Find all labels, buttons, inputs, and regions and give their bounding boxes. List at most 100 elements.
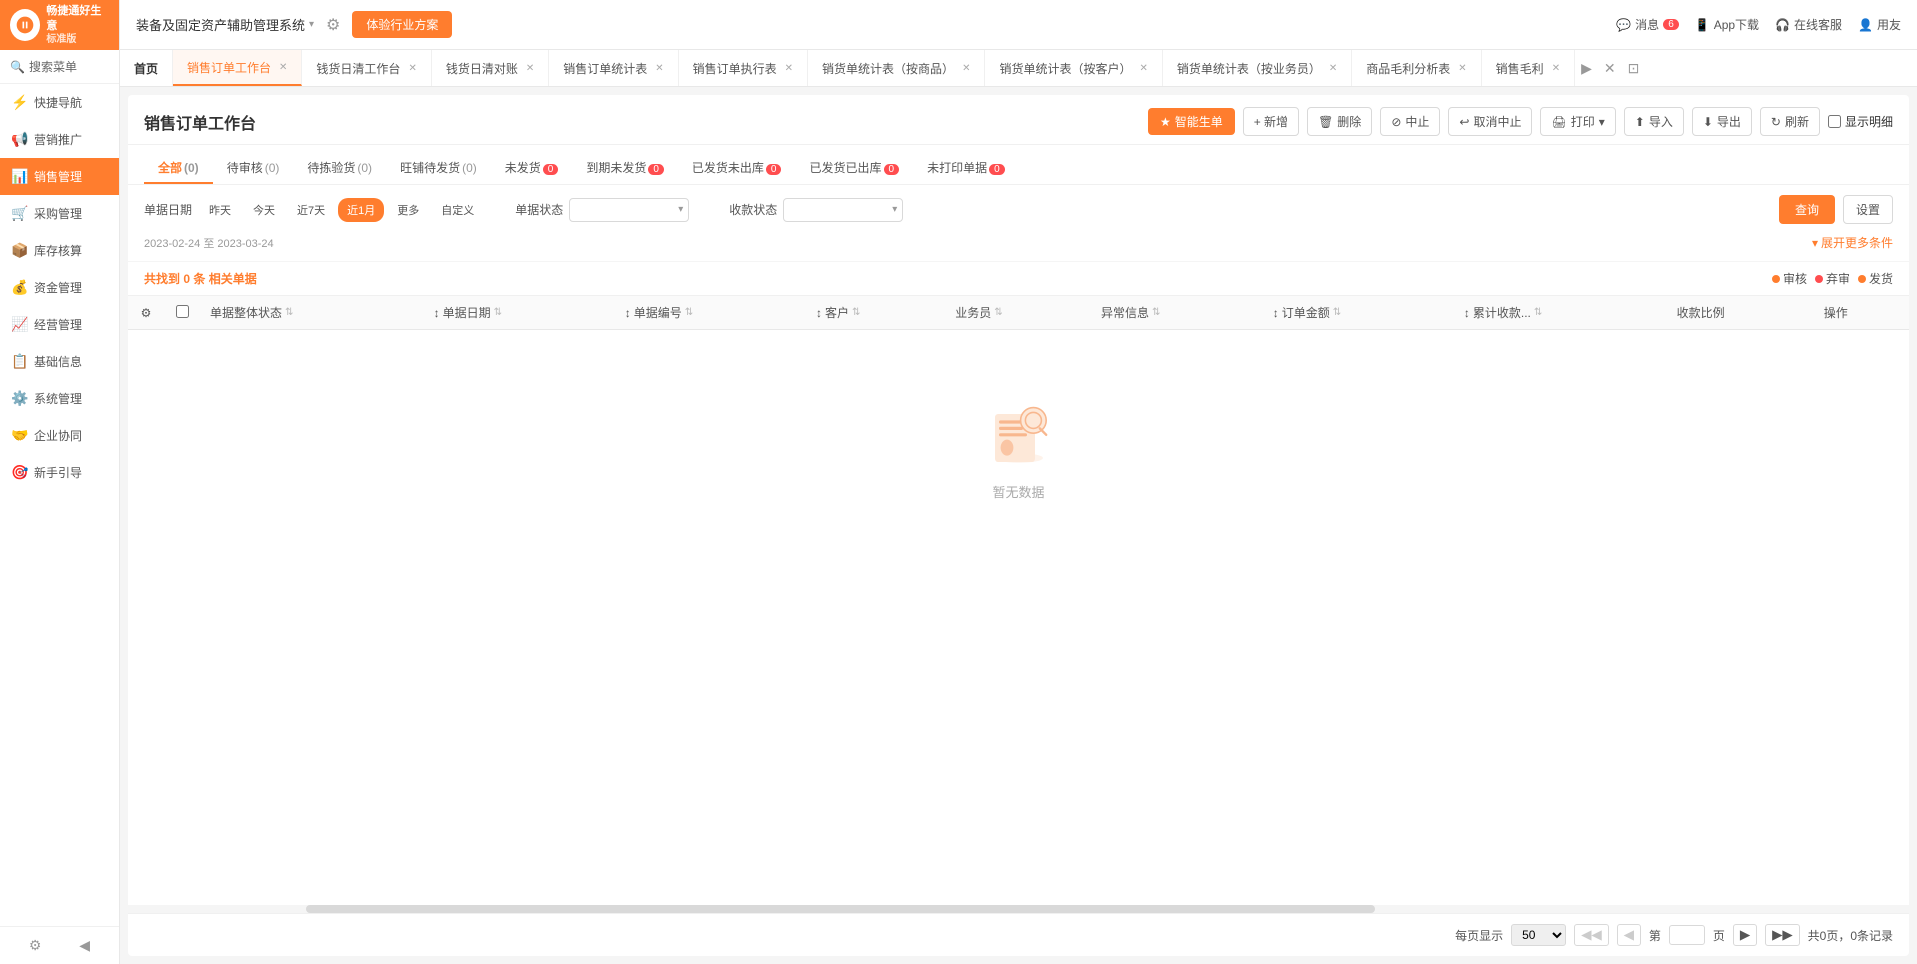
subtab-all[interactable]: 全部(0) bbox=[144, 153, 213, 184]
select-all-checkbox[interactable] bbox=[176, 305, 189, 318]
sort-icon: ⇅ bbox=[1333, 307, 1341, 318]
status-select[interactable] bbox=[569, 198, 689, 222]
tab-label: 销售订单执行表 bbox=[693, 60, 777, 77]
sidebar-item-quick-nav[interactable]: ⚡ 快捷导航 bbox=[0, 84, 119, 121]
page-input[interactable]: 1 bbox=[1669, 925, 1705, 945]
tab-stats-customer[interactable]: 销货单统计表（按客户） ✕ bbox=[985, 50, 1162, 86]
tab-close-icon[interactable]: ✕ bbox=[279, 62, 287, 73]
query-button[interactable]: 查询 bbox=[1779, 195, 1835, 224]
sidebar-item-basic[interactable]: 📋 基础信息 bbox=[0, 343, 119, 380]
horizontal-scrollbar[interactable] bbox=[128, 905, 1909, 913]
tab-close-icon[interactable]: ✕ bbox=[785, 63, 793, 74]
per-page-select[interactable]: 50 100 200 bbox=[1511, 924, 1566, 946]
tab-close-icon[interactable]: ✕ bbox=[655, 63, 663, 74]
subtab-shipped-not-out[interactable]: 已发货未出库0 bbox=[678, 153, 796, 184]
subtab-shipped-out[interactable]: 已发货已出库0 bbox=[795, 153, 913, 184]
show-detail-checkbox[interactable]: 显示明细 bbox=[1828, 113, 1893, 130]
sidebar-collapse-icon[interactable]: ◀ bbox=[79, 937, 90, 954]
tab-close-icon[interactable]: ✕ bbox=[408, 63, 416, 74]
stop-button[interactable]: ⊘ 中止 bbox=[1380, 107, 1440, 136]
first-page-button[interactable]: ◀◀ bbox=[1574, 924, 1609, 946]
sidebar-item-sales[interactable]: 📊 销售管理 bbox=[0, 158, 119, 195]
expand-filter-button[interactable]: ▾ 展开更多条件 bbox=[1812, 234, 1893, 251]
subtab-unprinted[interactable]: 未打印单据0 bbox=[913, 153, 1019, 184]
sidebar-item-system[interactable]: ⚙️ 系统管理 bbox=[0, 380, 119, 417]
tab-close-icon[interactable]: ✕ bbox=[1552, 63, 1560, 74]
cancel-stop-button[interactable]: ↩ 取消中止 bbox=[1448, 107, 1532, 136]
date-today-btn[interactable]: 今天 bbox=[244, 198, 284, 222]
th-customer: ↕ 客户 ⇅ bbox=[806, 296, 945, 330]
stop-icon: ⊘ bbox=[1391, 115, 1401, 129]
review-button[interactable]: 审核 bbox=[1772, 270, 1807, 287]
tab-product-margin[interactable]: 商品毛利分析表 ✕ bbox=[1352, 50, 1481, 86]
solution-button[interactable]: 体验行业方案 bbox=[352, 11, 452, 38]
tab-sales-workbench[interactable]: 销售订单工作台 ✕ bbox=[173, 50, 302, 86]
total-record-label: 共0页，0条记录 bbox=[1808, 927, 1893, 944]
prev-page-button[interactable]: ◀ bbox=[1617, 924, 1641, 946]
tab-stats-product[interactable]: 销货单统计表（按商品） ✕ bbox=[808, 50, 985, 86]
export-button[interactable]: ⬇ 导出 bbox=[1692, 107, 1752, 136]
sidebar-item-inventory[interactable]: 📦 库存核算 bbox=[0, 232, 119, 269]
refresh-button[interactable]: ↻ 刷新 bbox=[1760, 107, 1820, 136]
search-icon: 🔍 bbox=[10, 60, 25, 74]
subtab-unshipped[interactable]: 未发货0 bbox=[491, 153, 573, 184]
topbar-gear-icon[interactable]: ⚙ bbox=[326, 15, 340, 35]
sidebar-item-finance[interactable]: 💰 资金管理 bbox=[0, 269, 119, 306]
setting-button[interactable]: 设置 bbox=[1843, 195, 1893, 224]
tab-close-all-button[interactable]: ✕ bbox=[1598, 50, 1622, 86]
tab-more-button[interactable]: ▶ bbox=[1575, 50, 1598, 86]
show-detail-input[interactable] bbox=[1828, 115, 1841, 128]
sort-icon: ⇅ bbox=[1152, 307, 1160, 318]
last-page-button[interactable]: ▶▶ bbox=[1765, 924, 1800, 946]
tab-close-icon[interactable]: ✕ bbox=[526, 63, 534, 74]
subtab-pending-inspect[interactable]: 待拣验货(0) bbox=[293, 153, 386, 184]
app-download-button[interactable]: 📱 App下载 bbox=[1695, 16, 1759, 33]
tab-label: 销货单统计表（按业务员） bbox=[1177, 60, 1321, 77]
message-button[interactable]: 💬 消息 6 bbox=[1616, 16, 1679, 33]
payment-select[interactable] bbox=[783, 198, 903, 222]
sidebar-item-purchase[interactable]: 🛒 采购管理 bbox=[0, 195, 119, 232]
date-yesterday-btn[interactable]: 昨天 bbox=[200, 198, 240, 222]
date-filter-label: 单据日期 bbox=[144, 201, 192, 218]
date-more-btn[interactable]: 更多 bbox=[388, 198, 428, 222]
subtab-overdue-unshipped[interactable]: 到期未发货0 bbox=[572, 153, 678, 184]
user-button[interactable]: 👤 用友 bbox=[1858, 16, 1901, 33]
sidebar-item-cooperation[interactable]: 🤝 企业协同 bbox=[0, 417, 119, 454]
tab-close-icon[interactable]: ✕ bbox=[1329, 63, 1337, 74]
scrollbar-thumb[interactable] bbox=[306, 905, 1375, 913]
date-7days-btn[interactable]: 近7天 bbox=[288, 198, 334, 222]
sidebar-item-guide[interactable]: 🎯 新手引导 bbox=[0, 454, 119, 491]
tab-close-icon[interactable]: ✕ bbox=[962, 63, 970, 74]
app-sub: 标准版 bbox=[46, 33, 109, 46]
smart-create-button[interactable]: ★ 智能生单 bbox=[1148, 108, 1235, 135]
tab-cash-reconcile[interactable]: 钱货日清对账 ✕ bbox=[432, 50, 549, 86]
add-button[interactable]: + 新增 bbox=[1243, 107, 1299, 136]
date-custom-btn[interactable]: 自定义 bbox=[432, 198, 483, 222]
sidebar-settings-icon[interactable]: ⚙ bbox=[29, 937, 42, 954]
delete-button[interactable]: 🗑 删除 bbox=[1307, 107, 1372, 136]
tab-cash-daily[interactable]: 钱货日清工作台 ✕ bbox=[302, 50, 431, 86]
print-button[interactable]: 🖨 打印 ▾ bbox=[1540, 107, 1615, 136]
tab-maximize-button[interactable]: ⊡ bbox=[1622, 50, 1646, 86]
tab-stats-staff[interactable]: 销货单统计表（按业务员） ✕ bbox=[1163, 50, 1352, 86]
user-icon: 👤 bbox=[1858, 18, 1873, 32]
tab-sales-exec[interactable]: 销售订单执行表 ✕ bbox=[679, 50, 808, 86]
sidebar-item-search[interactable]: 🔍 搜索菜单 bbox=[0, 50, 119, 84]
online-service-button[interactable]: 🎧 在线客服 bbox=[1775, 16, 1842, 33]
uncheck-button[interactable]: 弃审 bbox=[1815, 270, 1850, 287]
subtab-pending-review[interactable]: 待审核(0) bbox=[213, 153, 294, 184]
sort-icon: ⇅ bbox=[285, 307, 293, 318]
payment-filter-label: 收款状态 bbox=[729, 201, 777, 218]
tab-sales-profit[interactable]: 销售毛利 ✕ bbox=[1482, 50, 1575, 86]
deliver-button[interactable]: 发货 bbox=[1858, 270, 1893, 287]
sidebar-item-operations[interactable]: 📈 经营管理 bbox=[0, 306, 119, 343]
sidebar-item-marketing[interactable]: 📢 营销推广 bbox=[0, 121, 119, 158]
tab-close-icon[interactable]: ✕ bbox=[1139, 63, 1147, 74]
tab-home[interactable]: 首页 bbox=[120, 50, 173, 86]
date-1month-btn[interactable]: 近1月 bbox=[338, 198, 384, 222]
tab-close-icon[interactable]: ✕ bbox=[1458, 63, 1466, 74]
import-button[interactable]: ⬆ 导入 bbox=[1624, 107, 1684, 136]
next-page-button[interactable]: ▶ bbox=[1733, 924, 1757, 946]
tab-sales-stats[interactable]: 销售订单统计表 ✕ bbox=[549, 50, 678, 86]
subtab-wangpu-pending[interactable]: 旺铺待发货(0) bbox=[386, 153, 491, 184]
